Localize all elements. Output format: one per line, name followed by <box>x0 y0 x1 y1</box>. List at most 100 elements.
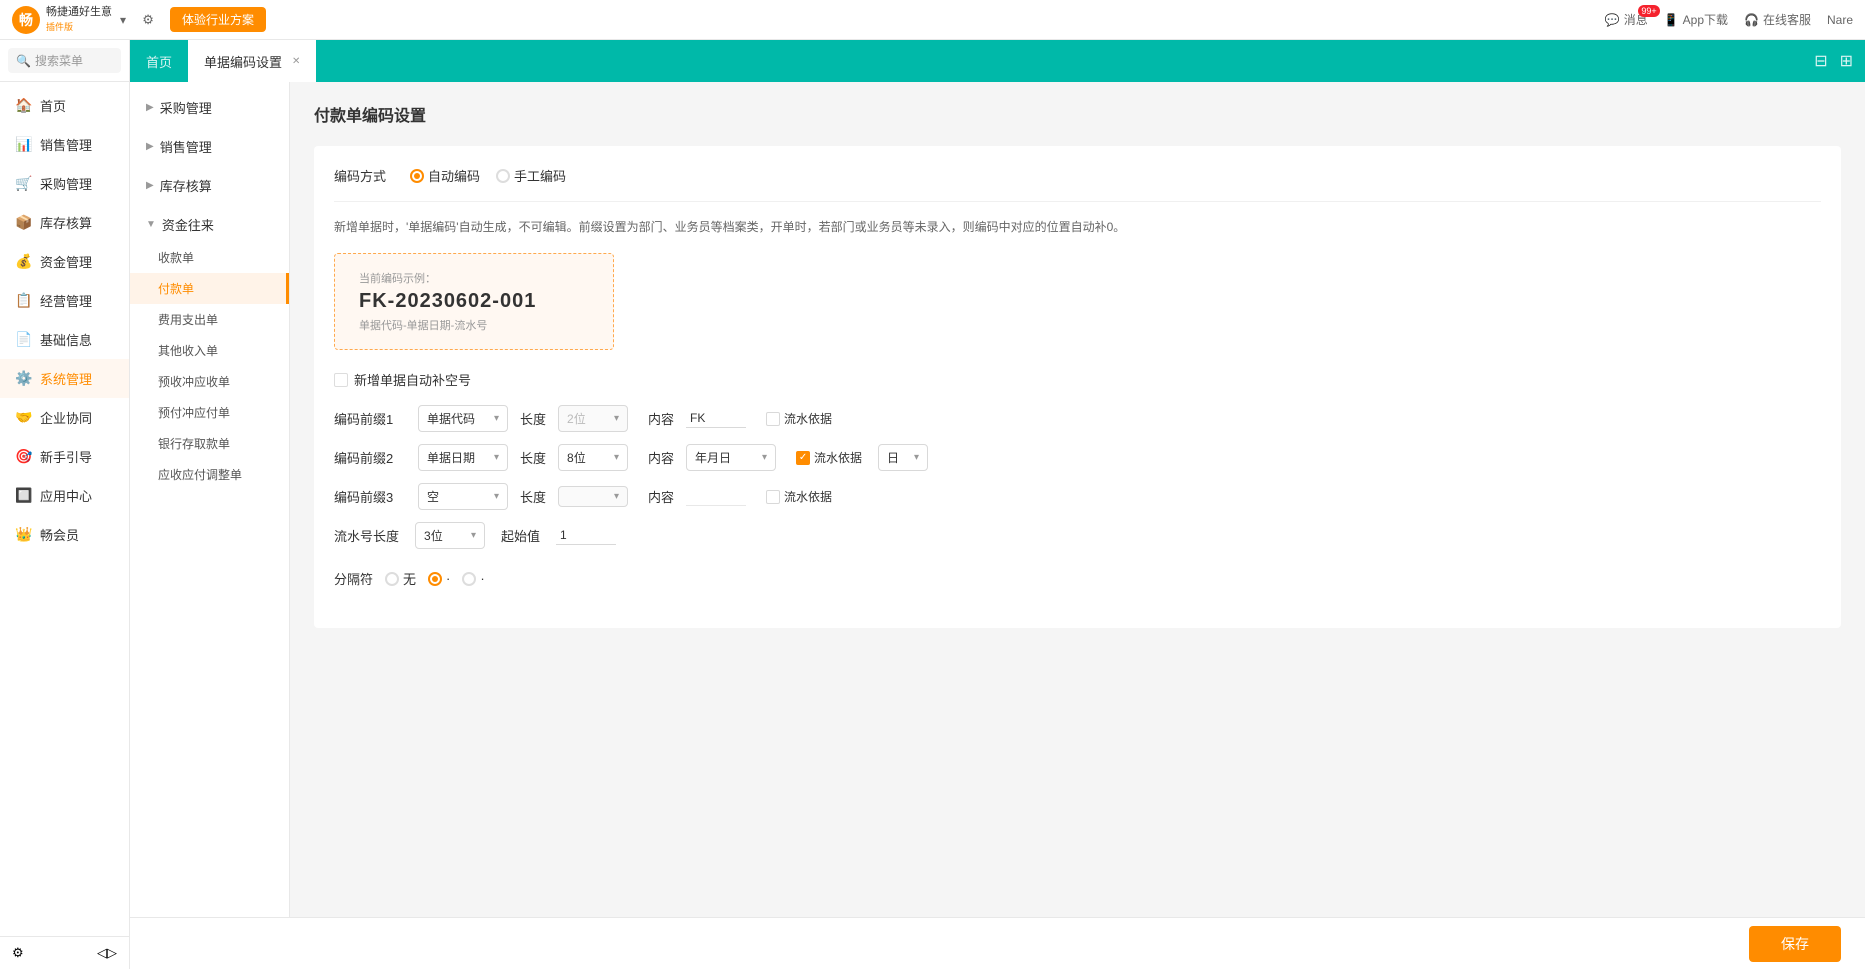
subnav-item-pre-payment[interactable]: 预付冲应付单 <box>130 397 289 428</box>
sep-radio-dot-dot <box>428 572 442 586</box>
search-icon: 🔍 <box>16 54 31 68</box>
encode-type-radio-group: 自动编码 手工编码 <box>410 166 566 185</box>
encode-type-row: 编码方式 自动编码 手工编码 <box>334 166 1821 202</box>
settings-bottom-icon[interactable]: ⚙ <box>12 945 24 961</box>
sidebar-item-purchase[interactable]: 🛒 采购管理 <box>0 164 129 203</box>
subnav-item-expense[interactable]: 费用支出单 <box>130 304 289 335</box>
sidebar-item-inventory[interactable]: 📦 库存核算 <box>0 203 129 242</box>
radio-manual[interactable]: 手工编码 <box>496 166 566 185</box>
message-button[interactable]: 💬 消息 99+ <box>1605 11 1648 28</box>
sidebar-item-operation[interactable]: 📋 经营管理 <box>0 281 129 320</box>
prefix3-stream-label: 流水依据 <box>784 488 832 505</box>
sidebar-item-sales[interactable]: 📊 销售管理 <box>0 125 129 164</box>
subnav-item-receivable-adjust[interactable]: 应收应付调整单 <box>130 459 289 490</box>
sidebar-item-system[interactable]: ⚙️ 系统管理 <box>0 359 129 398</box>
prefix1-stream-checkbox[interactable]: 流水依据 <box>766 410 832 427</box>
sidebar-item-label: 资金管理 <box>40 252 92 271</box>
prefix1-select[interactable]: 单据代码 ▾ <box>418 405 508 432</box>
config-row-3: 编码前缀3 空 ▾ 长度 ▾ 内容 <box>334 483 1821 510</box>
sep-radio-dot2[interactable]: · <box>462 571 484 586</box>
subnav-item-other-income[interactable]: 其他收入单 <box>130 335 289 366</box>
subnav-group-fund: ▼ 资金往来 收款单 付款单 费用支出单 其他收入单 <box>130 207 289 490</box>
prefix2-length-select[interactable]: 8位 ▾ <box>558 444 628 471</box>
sidebar-item-guide[interactable]: 🎯 新手引导 <box>0 437 129 476</box>
arrow-right-icon: ▶ <box>146 102 154 113</box>
radio-auto[interactable]: 自动编码 <box>410 166 480 185</box>
page-title: 付款单编码设置 <box>314 102 1841 126</box>
cooperation-icon: 🤝 <box>16 410 32 426</box>
auto-fill-checkbox[interactable] <box>334 373 348 387</box>
tab-home[interactable]: 首页 <box>130 40 188 82</box>
sidebar-item-label: 库存核算 <box>40 213 92 232</box>
config-row-1: 编码前缀1 单据代码 ▾ 长度 2位 ▾ 内容 <box>334 405 1821 432</box>
sidebar-item-label: 新手引导 <box>40 447 92 466</box>
prefix2-content-select[interactable]: 年月日 ▾ <box>686 444 776 471</box>
prefix3-length-select[interactable]: ▾ <box>558 486 628 507</box>
nav-dropdown[interactable]: ▾ <box>120 13 126 27</box>
chevron-down-icon: ▾ <box>614 491 619 502</box>
prefix3-stream-checkbox[interactable]: 流水依据 <box>766 488 832 505</box>
prefix1-content-input[interactable] <box>686 409 746 428</box>
subnav-label: 资金往来 <box>162 215 214 234</box>
prefix3-select[interactable]: 空 ▾ <box>418 483 508 510</box>
sidebar-bottom: ⚙ ◁▷ <box>0 936 129 969</box>
serial-length-select[interactable]: 3位 ▾ <box>415 522 485 549</box>
subnav-label: 销售管理 <box>160 137 212 156</box>
system-icon: ⚙️ <box>16 371 32 387</box>
subnav-header-inventory[interactable]: ▶ 库存核算 <box>130 168 289 203</box>
tab-minimize-button[interactable]: ⊟ <box>1810 47 1831 75</box>
sidebar-item-finance[interactable]: 💰 资金管理 <box>0 242 129 281</box>
tab-home-label: 首页 <box>146 52 172 71</box>
message-badge: 99+ <box>1638 5 1659 17</box>
tab-close-icon[interactable]: ✕ <box>292 56 300 67</box>
sidebar-item-basic[interactable]: 📄 基础信息 <box>0 320 129 359</box>
subnav-header-sales[interactable]: ▶ 销售管理 <box>130 129 289 164</box>
sidebar-item-cooperation[interactable]: 🤝 企业协同 <box>0 398 129 437</box>
auto-fill-label: 新增单据自动补空号 <box>354 370 471 389</box>
trial-button[interactable]: 体验行业方案 <box>170 7 266 32</box>
prefix1-content-label: 内容 <box>648 409 674 428</box>
sidebar-item-label: 畅会员 <box>40 525 79 544</box>
tab-encode-setting[interactable]: 单据编码设置 ✕ <box>188 40 316 82</box>
prefix2-stream-label: 流水依据 <box>814 449 862 466</box>
sidebar-item-label: 销售管理 <box>40 135 92 154</box>
sidebar-item-member[interactable]: 👑 畅会员 <box>0 515 129 554</box>
collapse-icon[interactable]: ◁▷ <box>97 945 117 961</box>
prefix2-stream-checkbox[interactable]: ✓ 流水依据 <box>796 449 862 466</box>
start-value-input[interactable] <box>556 526 616 545</box>
save-button[interactable]: 保存 <box>1749 926 1841 962</box>
subnav-item-pre-receivable[interactable]: 预收冲应收单 <box>130 366 289 397</box>
sidebar-item-apps[interactable]: 🔲 应用中心 <box>0 476 129 515</box>
online-service-button[interactable]: 🎧 在线客服 <box>1744 11 1811 28</box>
user-name: Nare <box>1827 13 1853 27</box>
subnav-header-purchase[interactable]: ▶ 采购管理 <box>130 90 289 125</box>
finance-icon: 💰 <box>16 254 32 270</box>
auto-fill-row[interactable]: 新增单据自动补空号 <box>334 370 1821 389</box>
sep-radio-dot[interactable]: · <box>428 571 450 586</box>
chevron-down-icon: ▾ <box>914 452 919 463</box>
subnav-item-receipt[interactable]: 收款单 <box>130 242 289 273</box>
prefix1-length-select[interactable]: 2位 ▾ <box>558 405 628 432</box>
user-menu[interactable]: Nare <box>1827 13 1853 27</box>
subnav-item-payment[interactable]: 付款单 <box>130 273 289 304</box>
sales-icon: 📊 <box>16 137 32 153</box>
sep-radio-none[interactable]: 无 <box>385 569 416 588</box>
prefix2-day-select[interactable]: 日 ▾ <box>878 444 928 471</box>
sidebar-item-label: 采购管理 <box>40 174 92 193</box>
settings-icon[interactable]: ⚙ <box>134 6 162 34</box>
prefix2-select[interactable]: 单据日期 ▾ <box>418 444 508 471</box>
search-bar[interactable]: 🔍 搜索菜单 <box>8 48 121 73</box>
prefix2-length-label: 长度 <box>520 448 546 467</box>
example-box: 当前编码示例： FK-20230602-001 单据代码-单据日期-流水号 <box>334 253 614 350</box>
subnav-header-fund[interactable]: ▼ 资金往来 <box>130 207 289 242</box>
sidebar-item-label: 基础信息 <box>40 330 92 349</box>
subnav-item-bank-deposit[interactable]: 银行存取款单 <box>130 428 289 459</box>
sidebar-item-home[interactable]: 🏠 首页 <box>0 86 129 125</box>
chevron-down-icon: ▾ <box>494 452 499 463</box>
prefix2-label: 编码前缀2 <box>334 448 406 467</box>
subnav-group-inventory: ▶ 库存核算 <box>130 168 289 203</box>
prefix3-content-input[interactable] <box>686 487 746 506</box>
app-download-button[interactable]: 📱 App下载 <box>1664 11 1728 28</box>
prefix2-stream-checkbox-box: ✓ <box>796 451 810 465</box>
tab-maximize-button[interactable]: ⊞ <box>1836 47 1857 75</box>
